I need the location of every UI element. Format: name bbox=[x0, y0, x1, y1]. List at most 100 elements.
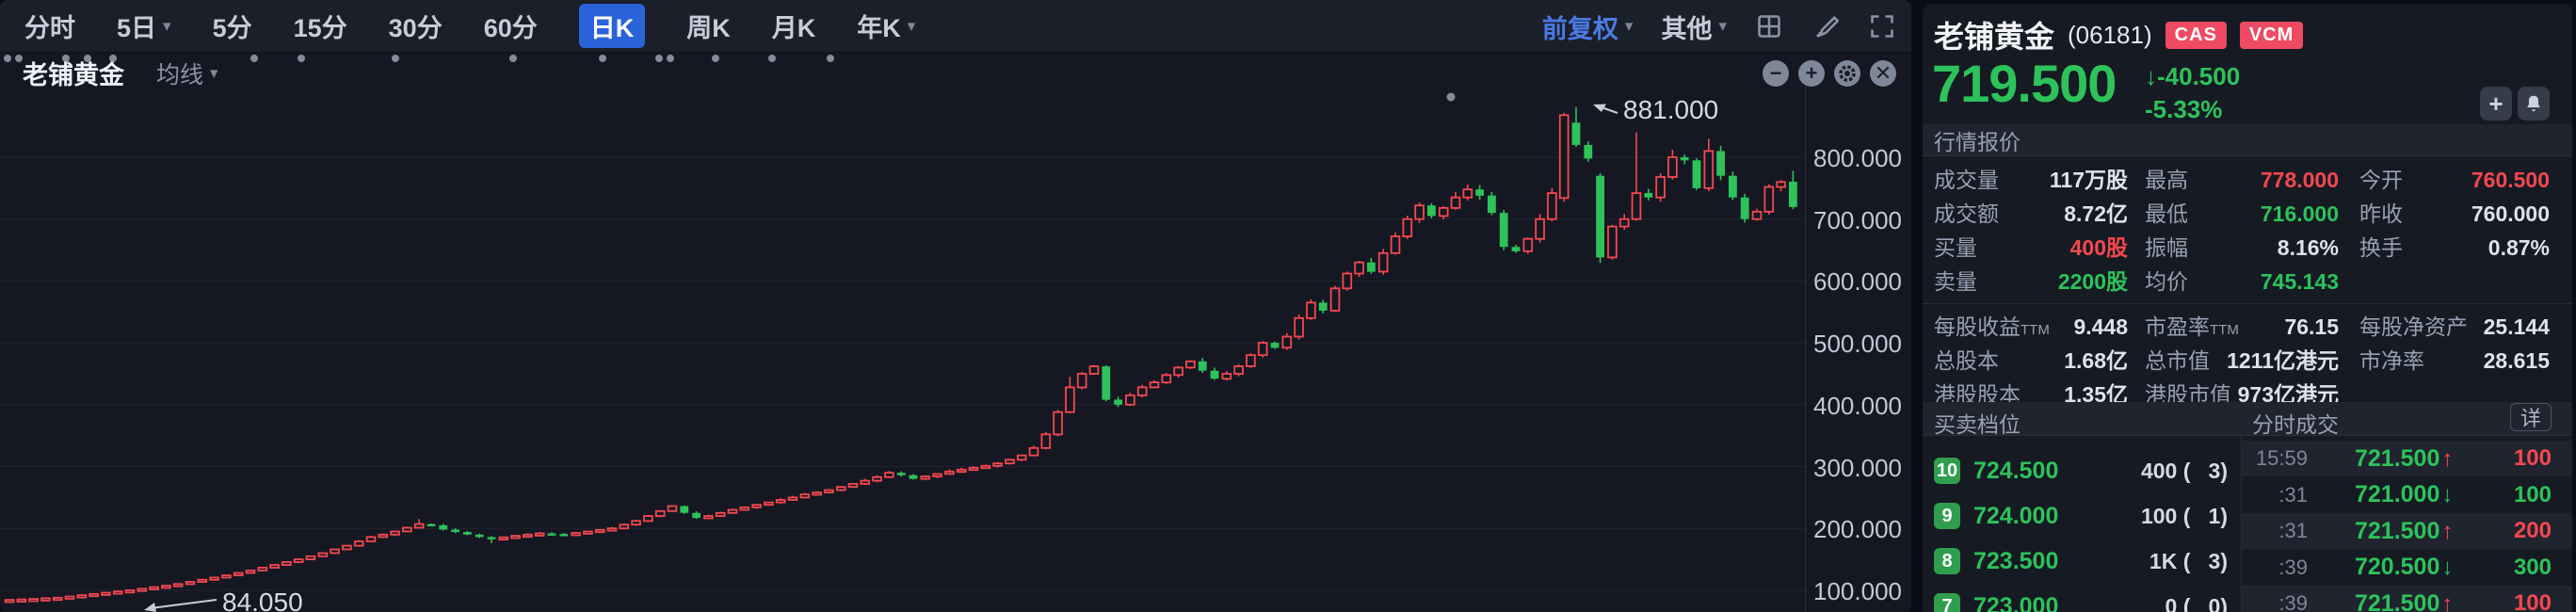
quote-row: 买量 400股 振幅 8.16% 换手 0.87% bbox=[1923, 229, 2572, 263]
level-price: 724.000 bbox=[1973, 502, 2059, 529]
close-icon[interactable]: ✕ bbox=[1870, 60, 1896, 87]
trade-time: 15:59 bbox=[2255, 446, 2308, 470]
zoom-out-icon[interactable]: − bbox=[1763, 60, 1789, 87]
trade-volume: 100 bbox=[2513, 481, 2552, 507]
quote-value: 1.68亿 bbox=[2064, 348, 2128, 373]
panel-buttons: + bbox=[2480, 87, 2550, 121]
trade-volume: 100 bbox=[2513, 445, 2552, 471]
quote-row: 成交额 8.72亿 最低 716.000 昨收 760.000 bbox=[1923, 195, 2572, 229]
timesales-row[interactable]: :39 720.500↓ 300 bbox=[2242, 550, 2572, 586]
level-number-badge: 10 bbox=[1934, 458, 1960, 484]
ma-dropdown[interactable]: 均线 ▾ bbox=[156, 56, 218, 90]
quote-value: 716.000 bbox=[2260, 201, 2339, 226]
trade-time: :31 bbox=[2278, 519, 2308, 542]
y-axis-tick: 100.000 bbox=[1813, 577, 1902, 605]
quote-row: 总股本 1.68亿 总市值 1211亿港元 市净率 28.615 bbox=[1923, 342, 2572, 376]
quote-value: 76.15 bbox=[2284, 314, 2339, 339]
timesales-title: 分时成交 bbox=[2252, 412, 2339, 437]
vcm-badge: VCM bbox=[2239, 21, 2304, 49]
quote-label: 今开 bbox=[2359, 168, 2403, 192]
svg-text:881.000: 881.000 bbox=[1623, 95, 1718, 124]
quote-value: 760.000 bbox=[2471, 201, 2550, 226]
trade-price: 721.500↑ bbox=[2355, 590, 2453, 612]
quote-value: 1211亿港元 bbox=[2227, 348, 2339, 373]
chart-corner-controls: − + ✕ bbox=[1763, 60, 1896, 87]
candlestick-chart[interactable]: 881.000 84.050 bbox=[0, 0, 1911, 612]
level-number-badge: 8 bbox=[1934, 548, 1960, 574]
timesales-detail-button[interactable]: 详 bbox=[2510, 403, 2552, 431]
orderbook-level-row[interactable]: 7 723.000 0 ( 0) bbox=[1923, 584, 2241, 612]
svg-text:84.050: 84.050 bbox=[222, 588, 303, 612]
quote-label: 总股本 bbox=[1934, 348, 1999, 373]
quote-label: 昨收 bbox=[2359, 201, 2403, 226]
level-number-badge: 9 bbox=[1934, 503, 1960, 529]
bottom-section-header: 买卖档位 分时成交 详 bbox=[1923, 402, 2572, 437]
level-price: 724.500 bbox=[1973, 457, 2059, 484]
quote-label: 成交量 bbox=[1934, 168, 1999, 192]
trade-volume: 100 bbox=[2513, 590, 2552, 612]
add-watchlist-button[interactable]: + bbox=[2480, 87, 2512, 121]
level-price: 723.000 bbox=[1973, 592, 2059, 612]
timesales-row[interactable]: :31 721.000↓ 100 bbox=[2242, 477, 2572, 513]
stock-name: 老铺黄金 bbox=[1934, 20, 2055, 54]
stock-header: 老铺黄金 (06181) CAS VCM bbox=[1934, 13, 2304, 56]
quote-value: 0.87% bbox=[2487, 235, 2550, 260]
quote-value: 8.72亿 bbox=[2064, 201, 2128, 226]
trade-time: :31 bbox=[2278, 482, 2308, 507]
trade-time: :39 bbox=[2278, 591, 2308, 612]
cas-badge: CAS bbox=[2165, 21, 2227, 49]
trade-volume: 300 bbox=[2513, 554, 2552, 580]
timesales-row[interactable]: :31 721.500↑ 200 bbox=[2242, 513, 2572, 549]
stock-code: (06181) bbox=[2068, 20, 2152, 49]
quote-value: 25.144 bbox=[2483, 314, 2550, 339]
y-axis-tick: 500.000 bbox=[1813, 330, 1902, 358]
chart-subtitle: 老铺黄金 均线 ▾ bbox=[23, 55, 218, 91]
level-size: 0 ( 0) bbox=[2165, 593, 2228, 612]
quote-label: 最低 bbox=[2145, 201, 2188, 226]
quote-label: 换手 bbox=[2359, 235, 2403, 260]
alert-bell-button[interactable] bbox=[2518, 87, 2550, 121]
timesales-row[interactable]: :39 721.500↑ 100 bbox=[2242, 586, 2572, 612]
orderbook-level-row[interactable]: 8 723.500 1K ( 3) bbox=[1923, 539, 2241, 584]
level-size: 400 ( 3) bbox=[2140, 458, 2228, 483]
downtick-arrow-icon: ↓ bbox=[2441, 555, 2454, 580]
quote-value: 778.000 bbox=[2260, 168, 2339, 192]
settings-gear-icon[interactable] bbox=[1834, 60, 1860, 87]
quote-value: 400股 bbox=[2069, 235, 2128, 260]
quote-row: 卖量 2200股 均价 745.143 bbox=[1923, 263, 2572, 297]
trade-time: :39 bbox=[2278, 555, 2308, 579]
chart-stock-name: 老铺黄金 bbox=[23, 61, 124, 89]
trade-price: 721.000↓ bbox=[2355, 481, 2454, 507]
quote-section-header: 行情报价 bbox=[1923, 124, 2572, 156]
quote-info-panel: 老铺黄金 (06181) CAS VCM 719.500 ↓ -40.500 -5… bbox=[1923, 4, 2572, 612]
zoom-in-icon[interactable]: + bbox=[1798, 60, 1825, 87]
quote-value: 745.143 bbox=[2260, 269, 2339, 294]
chevron-down-icon: ▾ bbox=[210, 63, 218, 82]
quote-label: 买量 bbox=[1934, 235, 1977, 260]
quote-label: 卖量 bbox=[1934, 269, 1977, 294]
quote-label: 振幅 bbox=[2145, 235, 2188, 260]
quote-label: 均价 bbox=[2145, 269, 2188, 294]
uptick-arrow-icon: ↑ bbox=[2441, 590, 2454, 612]
quote-value: 2200股 bbox=[2057, 269, 2128, 294]
orderbook-title: 买卖档位 bbox=[1934, 412, 2021, 437]
y-axis-tick: 800.000 bbox=[1813, 144, 1902, 172]
chart-panel: 分时 5日 ▾ 5分 15分 30分 60分 日K 周K 月K 年K ▾ 前复权 ▾ 其他 ▾ bbox=[0, 0, 1911, 612]
quote-row: 每股收益TTM 9.448 市盈率TTM 76.15 每股净资产 25.144 bbox=[1923, 308, 2572, 342]
quote-label: 市盈率TTM bbox=[2145, 314, 2239, 339]
y-axis bbox=[1805, 79, 1806, 612]
timesales-row[interactable]: 15:59 721.500↑ 100 bbox=[2242, 441, 2572, 476]
orderbook-level-row[interactable]: 9 724.000 100 ( 1) bbox=[1923, 493, 2241, 539]
orderbook-level-row[interactable]: 10 724.500 400 ( 3) bbox=[1923, 448, 2241, 493]
level-price: 723.500 bbox=[1973, 547, 2059, 574]
quote-value: 28.615 bbox=[2483, 348, 2550, 373]
quote-label: 每股收益TTM bbox=[1934, 314, 2050, 339]
quote-value: 760.500 bbox=[2471, 168, 2550, 192]
trading-terminal: 分时 5日 ▾ 5分 15分 30分 60分 日K 周K 月K 年K ▾ 前复权 ▾ 其他 ▾ bbox=[0, 0, 2576, 612]
y-axis-tick: 300.000 bbox=[1813, 454, 1902, 482]
quote-label: 总市值 bbox=[2145, 348, 2210, 373]
uptick-arrow-icon: ↑ bbox=[2441, 445, 2454, 472]
quote-value: 9.448 bbox=[2073, 314, 2128, 339]
quote-value: 117万股 bbox=[2049, 168, 2128, 192]
downtick-arrow-icon: ↓ bbox=[2441, 482, 2454, 507]
